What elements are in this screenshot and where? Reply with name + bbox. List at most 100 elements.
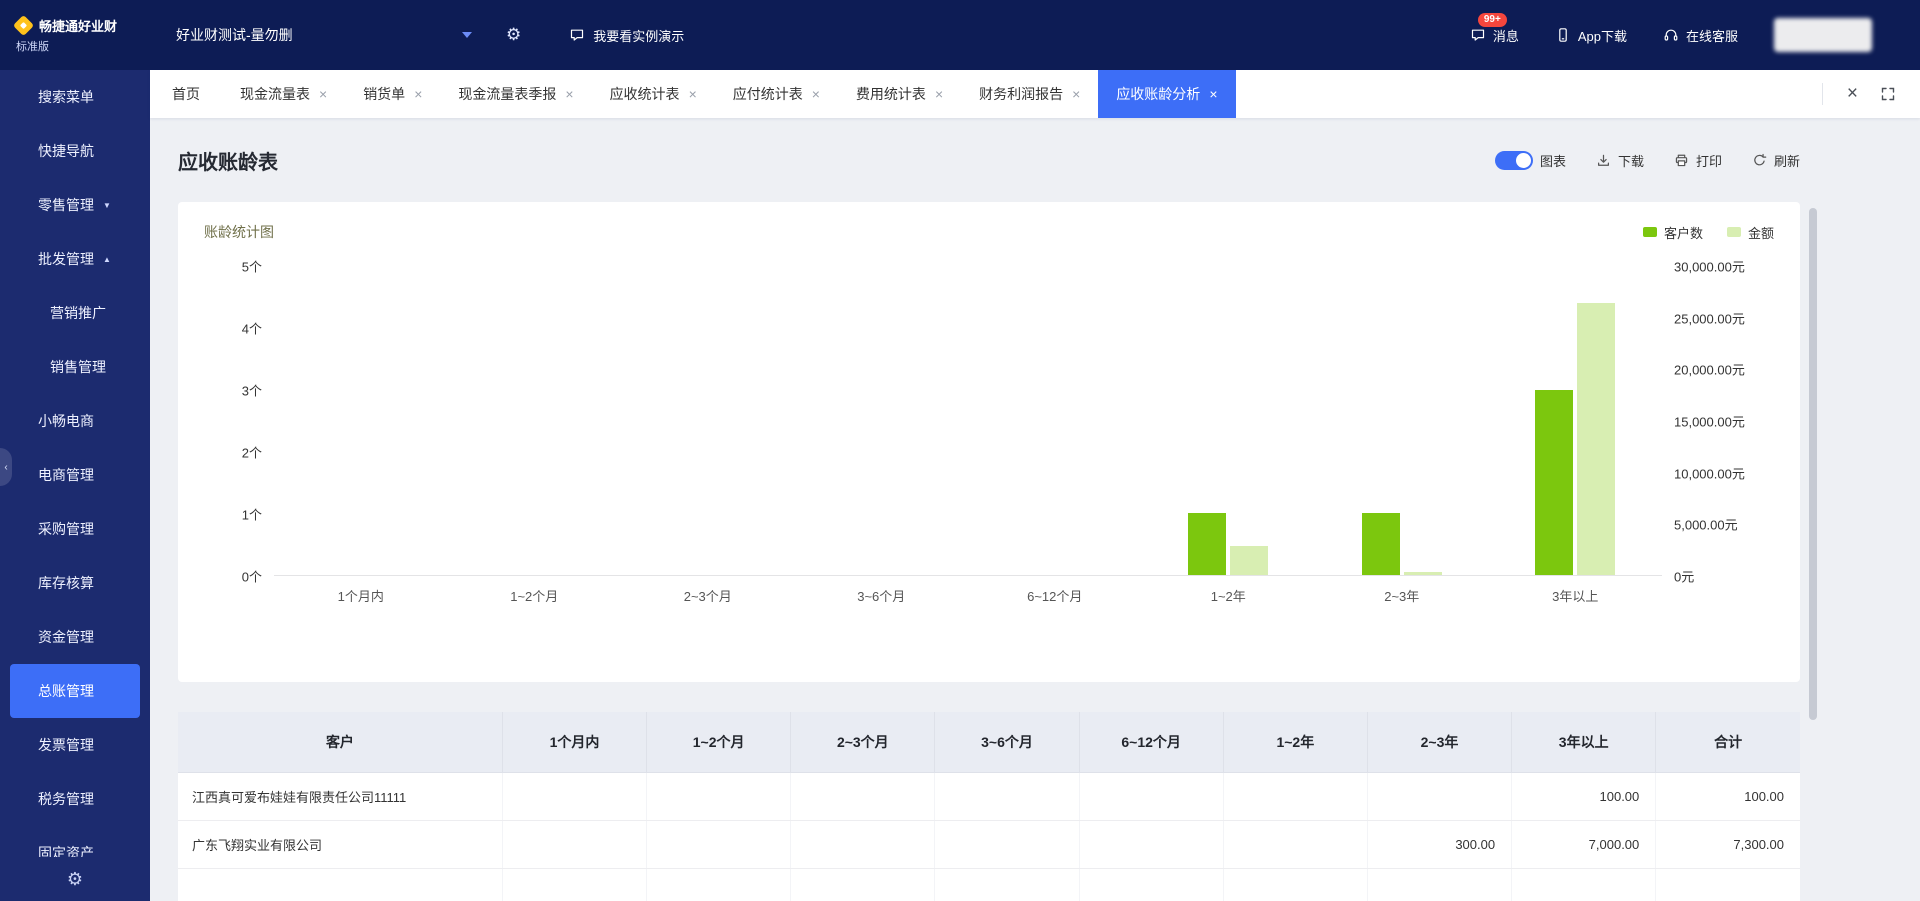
print-label: 打印 (1695, 153, 1722, 169)
cell: 300.00 (1367, 820, 1513, 869)
sidebar-menu: 搜索菜单 快捷导航 零售管理 ▼ 批发管理 ▲ 营销推广销售管理小畅电商 电商管理采购管理库存… (0, 70, 150, 857)
tab-1[interactable]: 现金流量表 × (222, 70, 345, 118)
sidebar-item-3[interactable]: 批发管理 ▲ (0, 232, 150, 286)
tab-label: 应收统计表 (609, 86, 680, 102)
tab-close-icon[interactable]: × (414, 87, 422, 101)
aging-chart-card: 账龄统计图 客户数 金额 5个 4个 3个 2个 1个 0个 30,000.00元 25,00… (178, 202, 1800, 682)
tab-0[interactable]: 首页 (150, 70, 222, 118)
tabbar-divider (1821, 83, 1823, 105)
sidebar-item-label: 资金管理 (38, 629, 94, 645)
left-axis-tick: 2个 (241, 445, 262, 461)
online-support-label: 在线客服 (1685, 28, 1738, 44)
sidebar-item-11[interactable]: 总账管理 (10, 664, 140, 718)
legend-item-0[interactable]: 客户数 (1642, 223, 1703, 242)
cell: 7,000.00 (1511, 820, 1657, 869)
phone-icon (1559, 28, 1567, 42)
left-axis-tick: 4个 (241, 321, 262, 337)
sidebar-item-0[interactable]: 搜索菜单 (0, 70, 150, 124)
bar-series0-cat5 (1188, 513, 1227, 575)
sidebar-item-8[interactable]: 采购管理 (0, 502, 150, 556)
sidebar-gear-icon[interactable]: ⚙ (67, 869, 83, 890)
scrollbar-thumb[interactable] (1809, 208, 1817, 720)
tab-close-icon[interactable]: × (812, 87, 820, 101)
close-all-tabs-icon[interactable]: × (1835, 83, 1870, 105)
demo-link[interactable]: 我要看实例演示 (569, 26, 684, 45)
download-button[interactable]: 下载 (1596, 151, 1644, 170)
tab-label: 财务利润报告 (979, 86, 1064, 102)
sidebar-item-label: 销售管理 (50, 359, 106, 375)
tab-close-icon[interactable]: × (1072, 87, 1080, 101)
column-header-1: 1个月内 (502, 712, 648, 773)
message-bubble-icon (1471, 29, 1484, 41)
messages-button[interactable]: 99+ 消息 (1470, 12, 1519, 45)
sidebar-item-14[interactable]: 固定资产 (0, 826, 150, 857)
bar-series0-cat7 (1535, 389, 1574, 575)
tab-close-icon[interactable]: × (565, 87, 573, 101)
sidebar-item-5[interactable]: 销售管理 (0, 340, 150, 394)
sidebar-item-6[interactable]: 小畅电商 (0, 394, 150, 448)
refresh-button[interactable]: 刷新 (1752, 151, 1800, 170)
sidebar-item-13[interactable]: 税务管理 (0, 772, 150, 826)
sidebar-item-2[interactable]: 零售管理 ▼ (0, 178, 150, 232)
cell (502, 820, 648, 869)
tab-2[interactable]: 销货单 × (345, 70, 440, 118)
table-row-0[interactable]: 江西真可爱布娃娃有限责任公司11111 100.00 100.00 (178, 772, 1800, 821)
cell: 7,300.00 (1655, 820, 1800, 869)
cell: 广东飞翔实业有限公司 (178, 820, 503, 869)
right-axis-tick: 30,000.00元 (1674, 259, 1745, 275)
tab-7[interactable]: 财务利润报告 × (961, 70, 1098, 118)
tab-close-icon[interactable]: × (319, 87, 327, 101)
column-header-6: 1~2年 (1223, 712, 1368, 773)
refresh-icon (1754, 153, 1767, 165)
cell (502, 772, 648, 821)
app-download-button[interactable]: App下载 (1555, 26, 1627, 45)
cell (1079, 868, 1224, 901)
chart-title: 账龄统计图 (204, 224, 274, 240)
page-header: 应收账龄表 图表 下载 打印 刷新 (150, 118, 1920, 202)
tabbar-right: × (1821, 70, 1920, 118)
left-axis-tick: 1个 (241, 507, 262, 523)
table-row-2[interactable] (178, 868, 1800, 901)
sidebar-item-label: 税务管理 (38, 791, 94, 807)
tab-close-icon[interactable]: × (1209, 87, 1217, 101)
legend-swatch (1726, 227, 1741, 237)
sidebar-item-7[interactable]: 电商管理 (0, 448, 150, 502)
bar-series1-cat7 (1577, 303, 1616, 575)
brand-logo-dot (19, 21, 28, 30)
sidebar-item-12[interactable]: 发票管理 (0, 718, 150, 772)
tab-4[interactable]: 应收统计表 × (592, 70, 715, 118)
page-controls: 图表 下载 打印 刷新 (1494, 150, 1800, 170)
org-selector[interactable]: 好业财测试-量勿删 (176, 25, 472, 45)
cell: 江西真可爱布娃娃有限责任公司11111 (178, 772, 503, 821)
settings-gear-icon[interactable]: ⚙ (506, 25, 521, 45)
sidebar-collapse-handle[interactable]: ‹ (0, 448, 12, 486)
tab-close-icon[interactable]: × (689, 87, 697, 101)
fullscreen-corners-icon (1881, 87, 1895, 101)
cell (1079, 772, 1224, 821)
tab-3[interactable]: 现金流量表季报 × (440, 70, 591, 118)
sidebar-item-1[interactable]: 快捷导航 (0, 124, 150, 178)
table-row-1[interactable]: 广东飞翔实业有限公司 300.00 7,000.00 7,300.00 (178, 820, 1800, 869)
tab-close-icon[interactable]: × (935, 87, 943, 101)
left-axis: 5个 4个 3个 2个 1个 0个 (204, 260, 274, 585)
tab-8[interactable]: 应收账龄分析 × (1098, 70, 1236, 118)
sidebar-item-9[interactable]: 库存核算 (0, 556, 150, 610)
toggle-knob (1515, 152, 1531, 168)
tab-5[interactable]: 应付统计表 × (715, 70, 838, 118)
sidebar-item-label: 营销推广 (50, 305, 106, 321)
fullscreen-icon[interactable] (1870, 86, 1906, 102)
tab-6[interactable]: 费用统计表 × (838, 70, 961, 118)
sidebar-item-label: 采购管理 (38, 521, 94, 537)
x-axis-label-6: 2~3年 (1384, 589, 1420, 604)
cell (646, 820, 792, 869)
print-button[interactable]: 打印 (1674, 151, 1722, 170)
column-header-3: 2~3个月 (790, 712, 936, 773)
legend-item-1[interactable]: 金额 (1726, 223, 1774, 242)
demo-bubble-icon (571, 29, 584, 41)
chart-toggle-switch[interactable] (1494, 150, 1533, 170)
chart-toggle-control[interactable]: 图表 (1494, 150, 1566, 170)
online-support-button[interactable]: 在线客服 (1663, 26, 1738, 45)
sidebar-item-10[interactable]: 资金管理 (0, 610, 150, 664)
sidebar-item-4[interactable]: 营销推广 (0, 286, 150, 340)
user-avatar[interactable] (1774, 18, 1872, 52)
